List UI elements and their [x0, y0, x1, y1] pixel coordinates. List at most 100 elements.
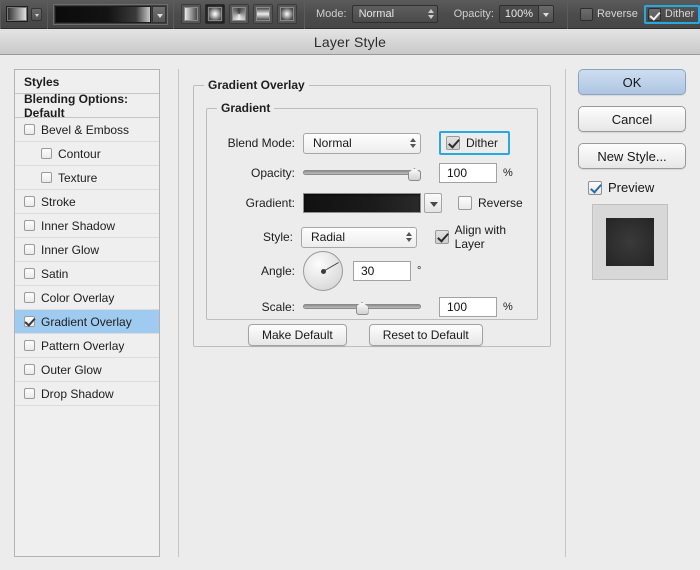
ok-button[interactable]: OK	[578, 69, 686, 95]
linear-gradient-icon[interactable]	[181, 4, 201, 24]
diamond-gradient-icon[interactable]	[277, 4, 297, 24]
checkbox-box-checked	[434, 230, 449, 244]
chevron-down-icon[interactable]	[31, 7, 42, 21]
dialog-actions: OK Cancel New Style... Preview	[578, 69, 686, 280]
reverse-checkbox[interactable]: Reverse	[458, 196, 523, 210]
checkbox-box-checked	[647, 7, 661, 21]
styles-list-item-outer-glow[interactable]: Outer Glow	[15, 358, 159, 382]
toolbar-options-group: Reverse Dither Transparency	[568, 0, 700, 29]
checkbox-box[interactable]	[41, 172, 52, 183]
toolbar-opacity-input[interactable]: 100%	[498, 5, 539, 23]
toolbar-opacity-group: Opacity: 100%	[443, 0, 559, 29]
blend-mode-select[interactable]: Normal	[303, 132, 421, 154]
styles-list-item-texture[interactable]: Texture	[15, 166, 159, 190]
gradient-preview-wrapper[interactable]	[53, 3, 168, 25]
angle-dial-hub	[320, 268, 326, 274]
styles-list-item-label: Color Overlay	[41, 290, 115, 305]
stepper-icon	[410, 138, 416, 148]
preview-checkbox[interactable]: Preview	[588, 180, 686, 195]
angle-dial[interactable]	[303, 251, 343, 291]
gradient-label: Gradient:	[245, 196, 295, 210]
gradient-swatch[interactable]	[303, 193, 421, 213]
checkbox-box[interactable]	[24, 124, 35, 135]
checkbox-box[interactable]	[24, 388, 35, 399]
toolbar-dither-checkbox[interactable]: Dither	[647, 7, 694, 21]
make-default-button[interactable]: Make Default	[248, 324, 347, 346]
dither-label: Dither	[466, 136, 499, 150]
styles-list-item-styles[interactable]: Styles	[15, 70, 159, 94]
new-style-button[interactable]: New Style...	[578, 143, 686, 169]
styles-list-item-label: Satin	[41, 266, 69, 281]
styles-list-item-pattern-overlay[interactable]: Pattern Overlay	[15, 334, 159, 358]
styles-list-item-label: Inner Glow	[41, 242, 100, 257]
style-select[interactable]: Radial	[301, 226, 417, 248]
styles-list-item-label: Bevel & Emboss	[41, 122, 130, 137]
radial-gradient-icon[interactable]	[205, 4, 225, 24]
styles-list-item-gradient-overlay[interactable]: Gradient Overlay	[15, 310, 159, 334]
gradient-preview-swatch[interactable]	[55, 5, 151, 23]
styles-list-item-label: Styles	[24, 74, 60, 89]
styles-list-item-satin[interactable]: Satin	[15, 262, 159, 286]
gradient-group-title: Gradient	[217, 101, 275, 115]
styles-list-item-label: Inner Shadow	[41, 218, 116, 233]
align-with-layer-checkbox[interactable]: Align with Layer	[434, 223, 537, 251]
checkbox-box[interactable]	[24, 292, 35, 303]
styles-list-item-contour[interactable]: Contour	[15, 142, 159, 166]
checkbox-box[interactable]	[24, 196, 35, 207]
styles-list-item-blending-options-default[interactable]: Blending Options: Default	[15, 92, 159, 120]
gradient-overlay-title: Gradient Overlay	[204, 78, 309, 92]
angle-gradient-icon[interactable]	[229, 4, 249, 24]
angle-input[interactable]: 30	[353, 261, 411, 281]
cancel-button[interactable]: Cancel	[578, 106, 686, 132]
styles-list-item-stroke[interactable]: Stroke	[15, 190, 159, 214]
checkbox-box	[579, 7, 593, 21]
styles-list-item-color-overlay[interactable]: Color Overlay	[15, 286, 159, 310]
toolbar-reverse-label: Reverse	[596, 8, 638, 20]
checkbox-box[interactable]	[24, 364, 35, 375]
dither-checkbox[interactable]: Dither	[446, 136, 498, 150]
gradient-swatch-icon[interactable]	[6, 6, 28, 22]
checkbox-box[interactable]	[41, 148, 52, 159]
styles-list-item-label: Texture	[58, 170, 98, 185]
styles-list-item-label: Gradient Overlay	[41, 314, 132, 329]
scale-slider[interactable]	[303, 297, 421, 317]
toolbar-reverse-checkbox[interactable]: Reverse	[579, 7, 638, 21]
checkbox-box[interactable]	[24, 340, 35, 351]
slider-track	[303, 170, 421, 175]
preview-label: Preview	[608, 180, 655, 195]
checkbox-box-checked[interactable]	[24, 316, 35, 327]
gradient-chevron-down-icon[interactable]	[424, 193, 442, 213]
styles-list-item-label: Drop Shadow	[41, 386, 114, 401]
toolbar-opacity-chevron-down-icon[interactable]	[538, 5, 554, 23]
toolbar-blend-mode-group: Mode: Normal	[305, 0, 443, 29]
styles-list-item-label: Stroke	[41, 194, 76, 209]
styles-list-item-inner-glow[interactable]: Inner Glow	[15, 238, 159, 262]
blend-mode-value: Normal	[313, 136, 352, 150]
checkbox-box[interactable]	[24, 220, 35, 231]
checkbox-box[interactable]	[24, 268, 35, 279]
checkbox-box-checked	[446, 136, 460, 150]
styles-list-item-drop-shadow[interactable]: Drop Shadow	[15, 382, 159, 406]
styles-list-item-inner-shadow[interactable]: Inner Shadow	[15, 214, 159, 238]
toolbar-mode-value: Normal	[358, 8, 395, 20]
gradient-overlay-fieldset: Gradient Overlay Gradient Blend Mode: No…	[193, 78, 551, 347]
align-with-layer-label: Align with Layer	[454, 223, 507, 251]
opacity-slider[interactable]	[303, 163, 421, 183]
styles-list: Styles Blending Options: Default Bevel & E…	[14, 69, 160, 557]
angle-label: Angle:	[260, 264, 295, 278]
checkbox-box[interactable]	[24, 244, 35, 255]
gradient-preset-chevron-down-icon[interactable]	[152, 5, 166, 23]
toolbar-mode-select[interactable]: Normal	[351, 5, 438, 23]
toolbar-mode-label: Mode:	[316, 8, 347, 20]
scale-input[interactable]: 100	[439, 297, 497, 317]
opacity-input[interactable]: 100	[439, 163, 497, 183]
opacity-label: Opacity:	[250, 166, 295, 180]
toolbar-opacity-label: Opacity:	[453, 8, 494, 20]
styles-list-item-bevel-emboss[interactable]: Bevel & Emboss	[15, 118, 159, 142]
scale-unit: %	[503, 301, 513, 313]
gradient-fieldset: Gradient Blend Mode: Normal Dither Opaci…	[206, 101, 538, 320]
reflected-gradient-icon[interactable]	[253, 4, 273, 24]
reset-to-default-button[interactable]: Reset to Default	[368, 324, 483, 346]
page-title: Layer Style	[313, 33, 387, 50]
style-preview-thumbnail	[592, 204, 668, 280]
